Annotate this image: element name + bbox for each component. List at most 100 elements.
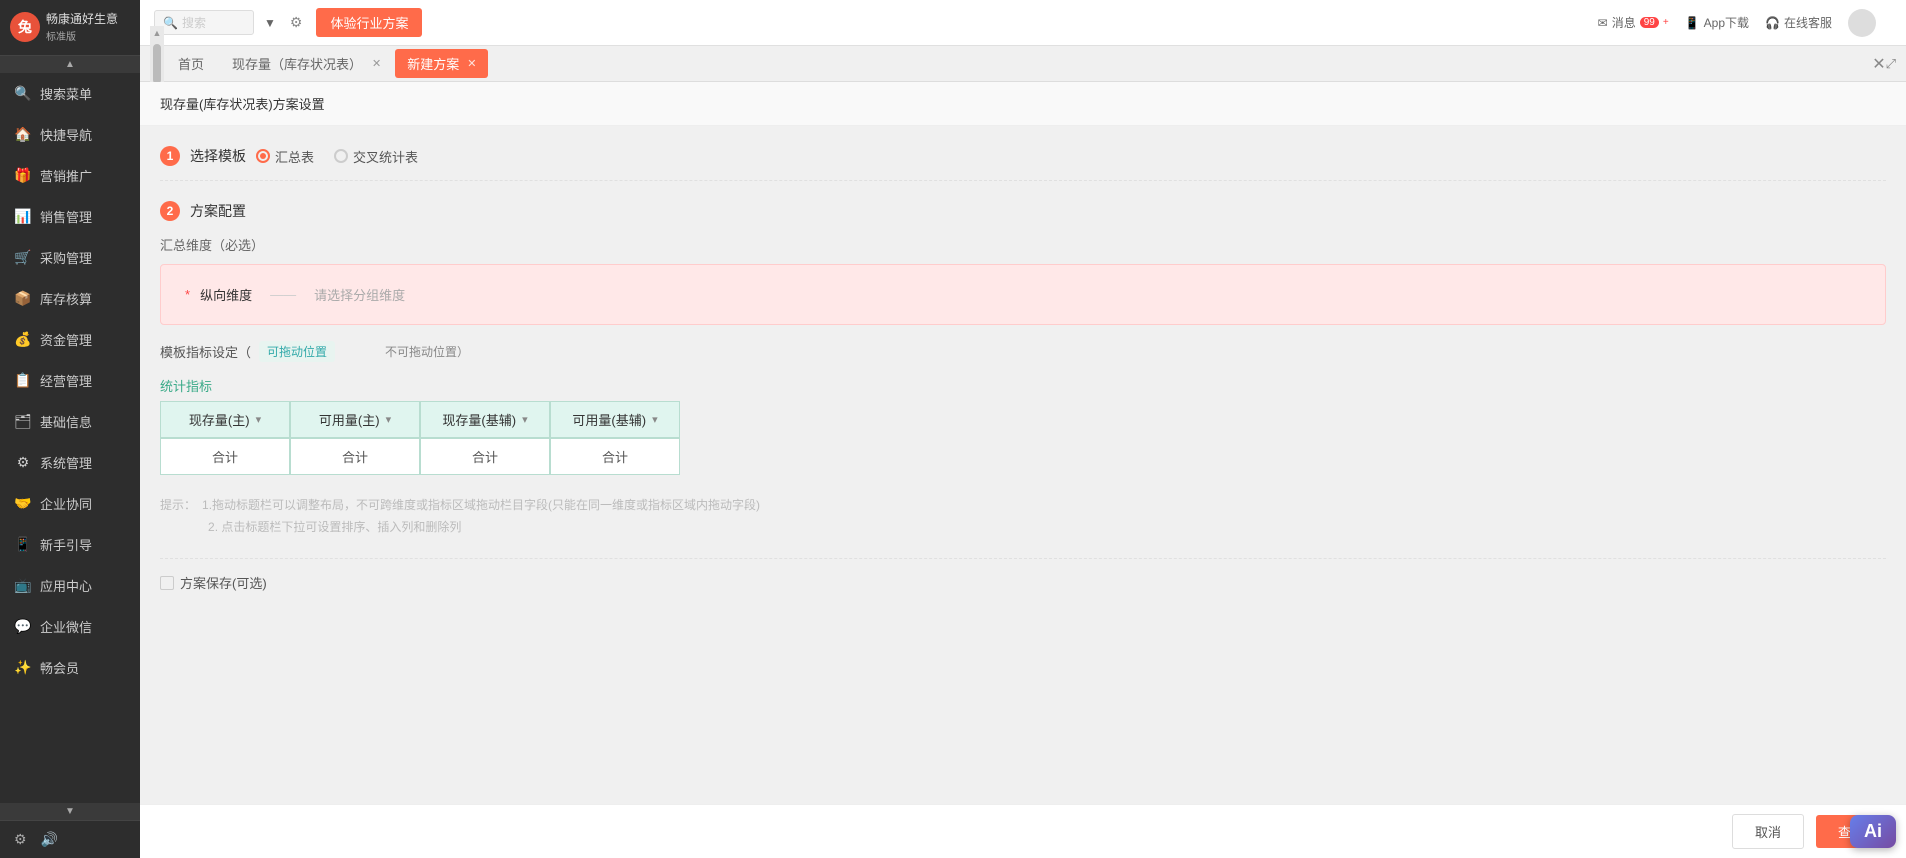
dim-dash: —— — [270, 287, 296, 302]
trial-industry-button[interactable]: 体验行业方案 — [316, 8, 422, 37]
panel-close-button[interactable]: ✕ — [1872, 54, 1885, 74]
td-available-aux: 合计 — [550, 438, 680, 475]
th-current-aux[interactable]: 现存量(基辅) ▾ — [420, 401, 550, 438]
th-available-main-arrow[interactable]: ▾ — [386, 413, 392, 426]
sidebar-item-search[interactable]: 🔍 搜索菜单 — [0, 73, 140, 114]
content-wrapper: 现存量(库存状况表)方案设置 1 选择模板 汇总表 — [140, 82, 1906, 858]
td-current-main: 合计 — [160, 438, 290, 475]
tab-new-close[interactable]: ✕ — [467, 57, 476, 70]
app-icon: 📱 — [1685, 16, 1700, 30]
th-current-main-label: 现存量(主) — [189, 410, 250, 429]
required-star: * — [185, 287, 190, 302]
section2-title-row: 2 方案配置 — [160, 201, 1886, 221]
sidebar-item-sales[interactable]: 📊 销售管理 — [0, 196, 140, 237]
stats-section-label: 统计指标 — [160, 376, 1886, 395]
sidebar-scroll-up[interactable]: ▲ — [0, 56, 140, 73]
speaker-icon[interactable]: 🔊 — [41, 831, 58, 848]
messages-button[interactable]: ✉ 消息 99 + — [1598, 14, 1669, 31]
service-icon: 🎧 — [1765, 16, 1780, 30]
sidebar-item-operation[interactable]: 📋 经营管理 — [0, 360, 140, 401]
sidebar-item-shortcut[interactable]: 🏠 快捷导航 — [0, 114, 140, 155]
search-icon: 🔍 — [14, 84, 32, 102]
chat-icon: 💬 — [14, 617, 32, 635]
radio-summary-circle — [256, 149, 270, 163]
td-current-aux: 合计 — [420, 438, 550, 475]
sidebar-scroll-down[interactable]: ▼ — [0, 803, 140, 820]
th-current-main-arrow[interactable]: ▾ — [256, 413, 262, 426]
save-label: 方案保存(可选) — [180, 573, 267, 592]
th-current-aux-label: 现存量(基辅) — [442, 410, 516, 429]
logo-icon: 兔 — [10, 12, 40, 42]
save-option[interactable]: 方案保存(可选) — [160, 573, 1886, 592]
section-plan-config: 2 方案配置 汇总维度（必选） * 纵向维度 —— 请选择分组维度 — [160, 201, 1886, 592]
topbar-search[interactable]: 🔍 搜索 — [154, 10, 254, 35]
sidebar-item-app[interactable]: 📺 应用中心 — [0, 565, 140, 606]
tips-section: 提示： 1.拖动标题栏可以调整布局，不可跨维度或指标区域拖动栏目字段(只能在同一… — [160, 495, 1886, 538]
summary-dim-label: 汇总维度（必选） — [160, 235, 1886, 254]
cancel-button[interactable]: 取消 — [1732, 814, 1804, 849]
gift-icon: 🎁 — [14, 166, 32, 184]
chart-icon: 📊 — [14, 207, 32, 225]
sidebar-item-marketing[interactable]: 🎁 营销推广 — [0, 155, 140, 196]
stats-thead: 现存量(主) ▾ 可用量(主) ▾ 现存量(基辅) — [160, 401, 680, 438]
save-divider — [160, 558, 1886, 559]
vertical-dim-row: * 纵向维度 —— 请选择分组维度 — [185, 285, 1861, 304]
scroll-up-arrow[interactable]: ▲ — [151, 26, 164, 40]
money-icon: 💰 — [14, 330, 32, 348]
radio-summary[interactable]: 汇总表 — [256, 147, 314, 166]
tab-home[interactable]: 首页 — [164, 46, 218, 81]
handshake-icon: 🤝 — [14, 494, 32, 512]
clipboard-icon: 📋 — [14, 371, 32, 389]
save-checkbox[interactable] — [160, 576, 174, 590]
sidebar-item-label: 销售管理 — [40, 207, 92, 226]
th-available-aux[interactable]: 可用量(基辅) ▾ — [550, 401, 680, 438]
box-icon: 📦 — [14, 289, 32, 307]
sidebar-item-system[interactable]: ⚙ 系统管理 — [0, 442, 140, 483]
scroll-thumb[interactable] — [153, 44, 161, 84]
sidebar-item-label: 基础信息 — [40, 412, 92, 431]
sidebar-item-label: 新手引导 — [40, 535, 92, 554]
sidebar-item-vip[interactable]: ✨ 畅会员 — [0, 647, 140, 688]
sidebar-item-wechat[interactable]: 💬 企业微信 — [0, 606, 140, 647]
settings-icon[interactable]: ⚙ — [14, 831, 27, 848]
tabbar: ▲ ▼ 首页 现存量（库存状况表） ✕ 新建方案 ✕ ✕ ⤢ — [140, 46, 1906, 82]
app-download-button[interactable]: 📱 App下载 — [1685, 14, 1749, 31]
tips-text-2: 2. 点击标题栏下拉可设置排序、插入列和删除列 — [208, 520, 461, 534]
sidebar-item-basic[interactable]: 🗂 基础信息 — [0, 401, 140, 442]
tab-inventory-close[interactable]: ✕ — [372, 57, 381, 70]
radio-cross[interactable]: 交叉统计表 — [334, 147, 418, 166]
sidebar-item-contract[interactable]: 🤝 企业协同 — [0, 483, 140, 524]
sidebar-nav: 🔍 搜索菜单 🏠 快捷导航 🎁 营销推广 📊 销售管理 🛒 采购管理 📦 库存核… — [0, 73, 140, 803]
panel-expand-button[interactable]: ⤢ — [1886, 56, 1896, 72]
sidebar-item-guide[interactable]: 📱 新手引导 — [0, 524, 140, 565]
tab-inventory-status[interactable]: 现存量（库存状况表） ✕ — [218, 46, 395, 81]
sidebar-item-purchase[interactable]: 🛒 采购管理 — [0, 237, 140, 278]
folder-icon: 🗂 — [14, 412, 32, 430]
sidebar-item-label: 资金管理 — [40, 330, 92, 349]
th-available-main[interactable]: 可用量(主) ▾ — [290, 401, 420, 438]
th-current-aux-arrow[interactable]: ▾ — [522, 413, 528, 426]
radio-summary-dot — [260, 153, 266, 159]
service-label: 在线客服 — [1784, 14, 1832, 31]
main-area: 🔍 搜索 ▼ ⚙ 体验行业方案 ✉ 消息 99 + 📱 App下载 🎧 在线客服 — [140, 0, 1906, 858]
sidebar-item-inventory[interactable]: 📦 库存核算 — [0, 278, 140, 319]
search-icon: 🔍 — [163, 16, 178, 30]
tips-row-2: 2. 点击标题栏下拉可设置排序、插入列和删除列 — [160, 517, 1886, 539]
panel-body: 1 选择模板 汇总表 交叉统计表 — [140, 126, 1906, 632]
tab-new-plan[interactable]: 新建方案 ✕ — [395, 49, 488, 78]
sidebar-item-label: 搜索菜单 — [40, 84, 92, 103]
th-current-main[interactable]: 现存量(主) ▾ — [160, 401, 290, 438]
topbar-dropdown-arrow[interactable]: ▼ — [264, 16, 276, 30]
stats-table: 现存量(主) ▾ 可用量(主) ▾ 现存量(基辅) — [160, 401, 680, 475]
ai-badge[interactable]: Ai — [1850, 815, 1896, 848]
online-service-button[interactable]: 🎧 在线客服 — [1765, 14, 1832, 31]
sidebar-item-finance[interactable]: 💰 资金管理 — [0, 319, 140, 360]
user-avatar[interactable] — [1848, 9, 1876, 37]
panel-header: 现存量(库存状况表)方案设置 — [140, 82, 1906, 126]
search-text: 搜索 — [182, 14, 206, 31]
th-available-aux-arrow[interactable]: ▾ — [652, 413, 658, 426]
sidebar-item-label: 畅会员 — [40, 658, 79, 677]
topbar-gear-icon[interactable]: ⚙ — [290, 14, 303, 31]
vertical-dim-label: 纵向维度 — [200, 285, 252, 304]
dim-placeholder[interactable]: 请选择分组维度 — [314, 285, 405, 304]
